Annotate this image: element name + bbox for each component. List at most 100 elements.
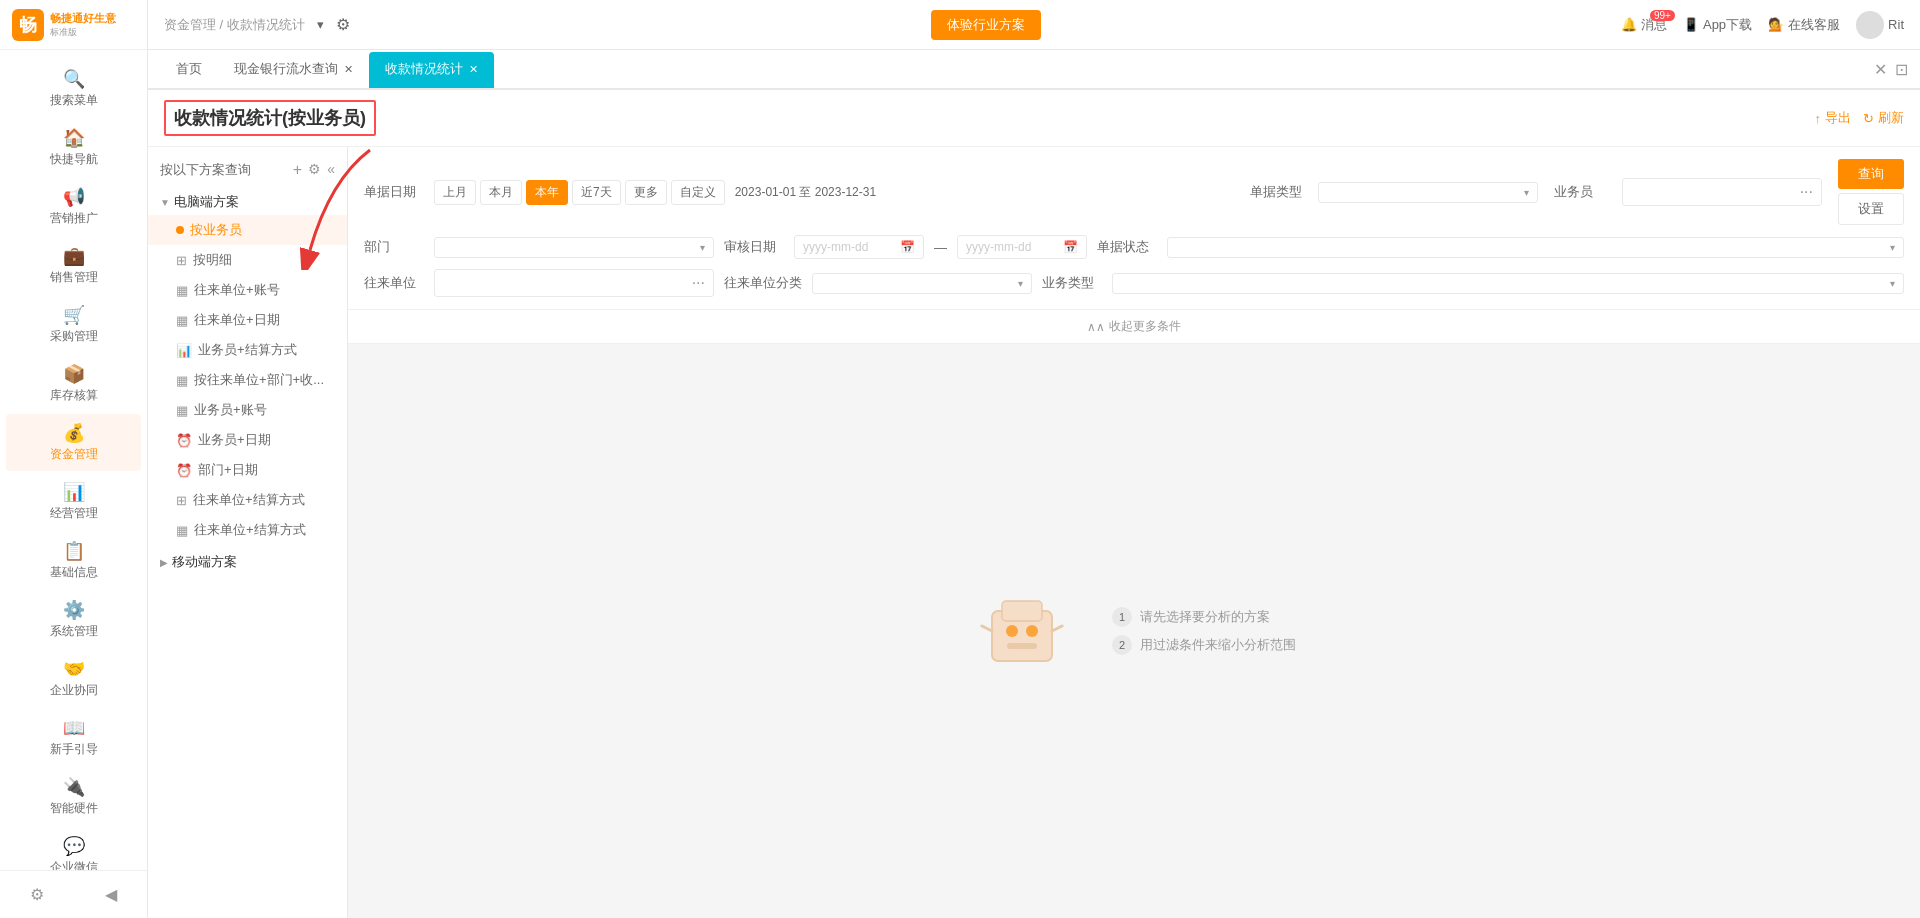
tab-bank-flow[interactable]: 现金银行流水查询 ✕ [218,52,369,88]
trial-button[interactable]: 体验行业方案 [931,10,1041,40]
biz-type-select[interactable]: ▾ [1112,273,1904,294]
header: 资金管理 / 收款情况统计 ▾ ⚙ 体验行业方案 🔔 99+ 消息 📱 App下… [148,0,1920,50]
window-close-btn[interactable]: ✕ [1874,60,1887,79]
scheme-item-dept-date[interactable]: ⏰ 部门+日期 [148,455,347,485]
marketing-icon: 📢 [63,186,85,208]
query-button[interactable]: 查询 [1838,159,1904,189]
date-btn-last-month[interactable]: 上月 [434,180,476,205]
scheme-item-salesman-account[interactable]: ▦ 业务员+账号 [148,395,347,425]
salesman-select[interactable]: ··· [1622,178,1822,206]
refresh-btn[interactable]: ↻ 刷新 [1863,109,1904,127]
sidebar-item-purchase[interactable]: 🛒 采购管理 [6,296,141,353]
doc-type-label: 单据类型 [1250,183,1310,201]
date-btn-custom[interactable]: 自定义 [671,180,725,205]
sidebar-item-wechat[interactable]: 💬 企业微信 [6,827,141,870]
header-settings-icon[interactable]: ⚙ [336,15,350,34]
tab-bank-flow-close[interactable]: ✕ [344,63,353,76]
export-btn[interactable]: ↑ 导出 [1815,109,1852,127]
review-date-from[interactable]: yyyy-mm-dd 📅 [794,235,924,259]
date-separator: — [934,240,947,255]
doc-status-select[interactable]: ▾ [1167,237,1904,258]
table-icon2: ▦ [176,313,188,328]
tab-home[interactable]: 首页 [160,52,218,88]
sidebar-label-purchase: 采购管理 [50,328,98,345]
sidebar-item-system[interactable]: ⚙️ 系统管理 [6,591,141,648]
breadcrumb-dropdown[interactable]: ▾ [317,17,324,32]
date-btn-last7[interactable]: 近7天 [572,180,621,205]
basic-icon: 📋 [63,540,85,562]
user-name-area[interactable]: Rit [1856,11,1904,39]
content-area: 收款情况统计(按业务员) ↑ 导出 ↻ 刷新 按以下方案查询 [148,90,1920,918]
sidebar-item-marketing[interactable]: 📢 营销推广 [6,178,141,235]
online-service-btn[interactable]: 💁 在线客服 [1768,16,1840,34]
date-btn-more[interactable]: 更多 [625,180,667,205]
sidebar-item-guide[interactable]: 📖 新手引导 [6,709,141,766]
empty-tip-2: 2 用过滤条件来缩小分析范围 [1112,635,1296,655]
table-icon5: ▦ [176,523,188,538]
sidebar-item-smarthw[interactable]: 🔌 智能硬件 [6,768,141,825]
tab-receipt-stats-close[interactable]: ✕ [469,63,478,76]
sidebar-item-inventory[interactable]: 📦 库存核算 [6,355,141,412]
panel-collapse-btn[interactable]: « [327,161,335,179]
scheme-item-label: 业务员+账号 [194,401,267,419]
sidebar-item-basic[interactable]: 📋 基础信息 [6,532,141,589]
collapse-bar[interactable]: ∧∧ 收起更多条件 [348,310,1920,344]
sidebar-item-quicknav[interactable]: 🏠 快捷导航 [6,119,141,176]
notification-badge: 99+ [1650,10,1675,21]
scheme-item-unit-date[interactable]: ▦ 往来单位+日期 [148,305,347,335]
window-maximize-btn[interactable]: ⊡ [1895,60,1908,79]
date-btn-this-month[interactable]: 本月 [480,180,522,205]
header-left: 资金管理 / 收款情况统计 ▾ ⚙ [164,15,350,34]
sidebar-label-inventory: 库存核算 [50,387,98,404]
header-center: 体验行业方案 [931,10,1041,40]
partner-dots[interactable]: ··· [692,274,705,292]
settings-button[interactable]: 设置 [1838,193,1904,225]
desktop-group-title[interactable]: ▼ 电脑端方案 [148,189,347,215]
dept-select[interactable]: ▾ [434,237,714,258]
sidebar-label-guide: 新手引导 [50,741,98,758]
sidebar-item-operation[interactable]: 📊 经营管理 [6,473,141,530]
app-download-btn[interactable]: 📱 App下载 [1683,16,1752,34]
table-icon4: ▦ [176,403,188,418]
tab-receipt-stats[interactable]: 收款情况统计 ✕ [369,52,494,88]
empty-tip-1: 1 请先选择要分析的方案 [1112,607,1296,627]
biz-type-label: 业务类型 [1042,274,1102,292]
chart-icon: 📊 [176,343,192,358]
svg-line-6 [1052,626,1062,631]
desktop-scheme-group: ▼ 电脑端方案 按业务员 ⊞ 按明细 ▦ 往来单位+账号 [148,189,347,545]
sidebar-item-sales[interactable]: 💼 销售管理 [6,237,141,294]
svg-point-3 [1026,625,1038,637]
download-icon: 📱 [1683,17,1699,32]
sidebar-label-sales: 销售管理 [50,269,98,286]
scheme-item-mingxi[interactable]: ⊞ 按明细 [148,245,347,275]
guide-icon: 📖 [63,717,85,739]
scheme-item-label: 往来单位+结算方式 [194,521,306,539]
sidebar-item-finance[interactable]: 💰 资金管理 [6,414,141,471]
salesman-dots[interactable]: ··· [1800,183,1813,201]
sidebar-item-search[interactable]: 🔍 搜索菜单 [6,60,141,117]
sidebar-item-enterprise[interactable]: 🤝 企业协同 [6,650,141,707]
doc-type-select[interactable]: ▾ [1318,182,1538,203]
mobile-group-title[interactable]: ▶ 移动端方案 [148,549,347,575]
tip-text-2: 用过滤条件来缩小分析范围 [1140,636,1296,654]
sidebar-settings-btn[interactable]: ⚙ [24,879,50,910]
scheme-item-unit-calc1[interactable]: ⊞ 往来单位+结算方式 [148,485,347,515]
date-btn-this-year[interactable]: 本年 [526,180,568,205]
main-area: 资金管理 / 收款情况统计 ▾ ⚙ 体验行业方案 🔔 99+ 消息 📱 App下… [148,0,1920,918]
add-scheme-btn[interactable]: + [293,161,302,179]
scheme-item-salesman-calc[interactable]: 📊 业务员+结算方式 [148,335,347,365]
review-date-to[interactable]: yyyy-mm-dd 📅 [957,235,1087,259]
scheme-item-label: 业务员+结算方式 [198,341,297,359]
enterprise-icon: 🤝 [63,658,85,680]
sidebar-collapse-btn[interactable]: ◀ [99,879,123,910]
partner-category-select[interactable]: ▾ [812,273,1032,294]
partner-input[interactable]: ··· [434,269,714,297]
scheme-item-unit-account[interactable]: ▦ 往来单位+账号 [148,275,347,305]
review-date-label: 审核日期 [724,238,784,256]
scheme-item-salesman-date[interactable]: ⏰ 业务员+日期 [148,425,347,455]
notification-area[interactable]: 🔔 99+ 消息 [1621,16,1667,34]
scheme-item-by-salesman[interactable]: 按业务员 [148,215,347,245]
scheme-item-unit-dept[interactable]: ▦ 按往来单位+部门+收... [148,365,347,395]
scheme-settings-btn[interactable]: ⚙ [308,161,321,179]
scheme-item-unit-calc2[interactable]: ▦ 往来单位+结算方式 [148,515,347,545]
